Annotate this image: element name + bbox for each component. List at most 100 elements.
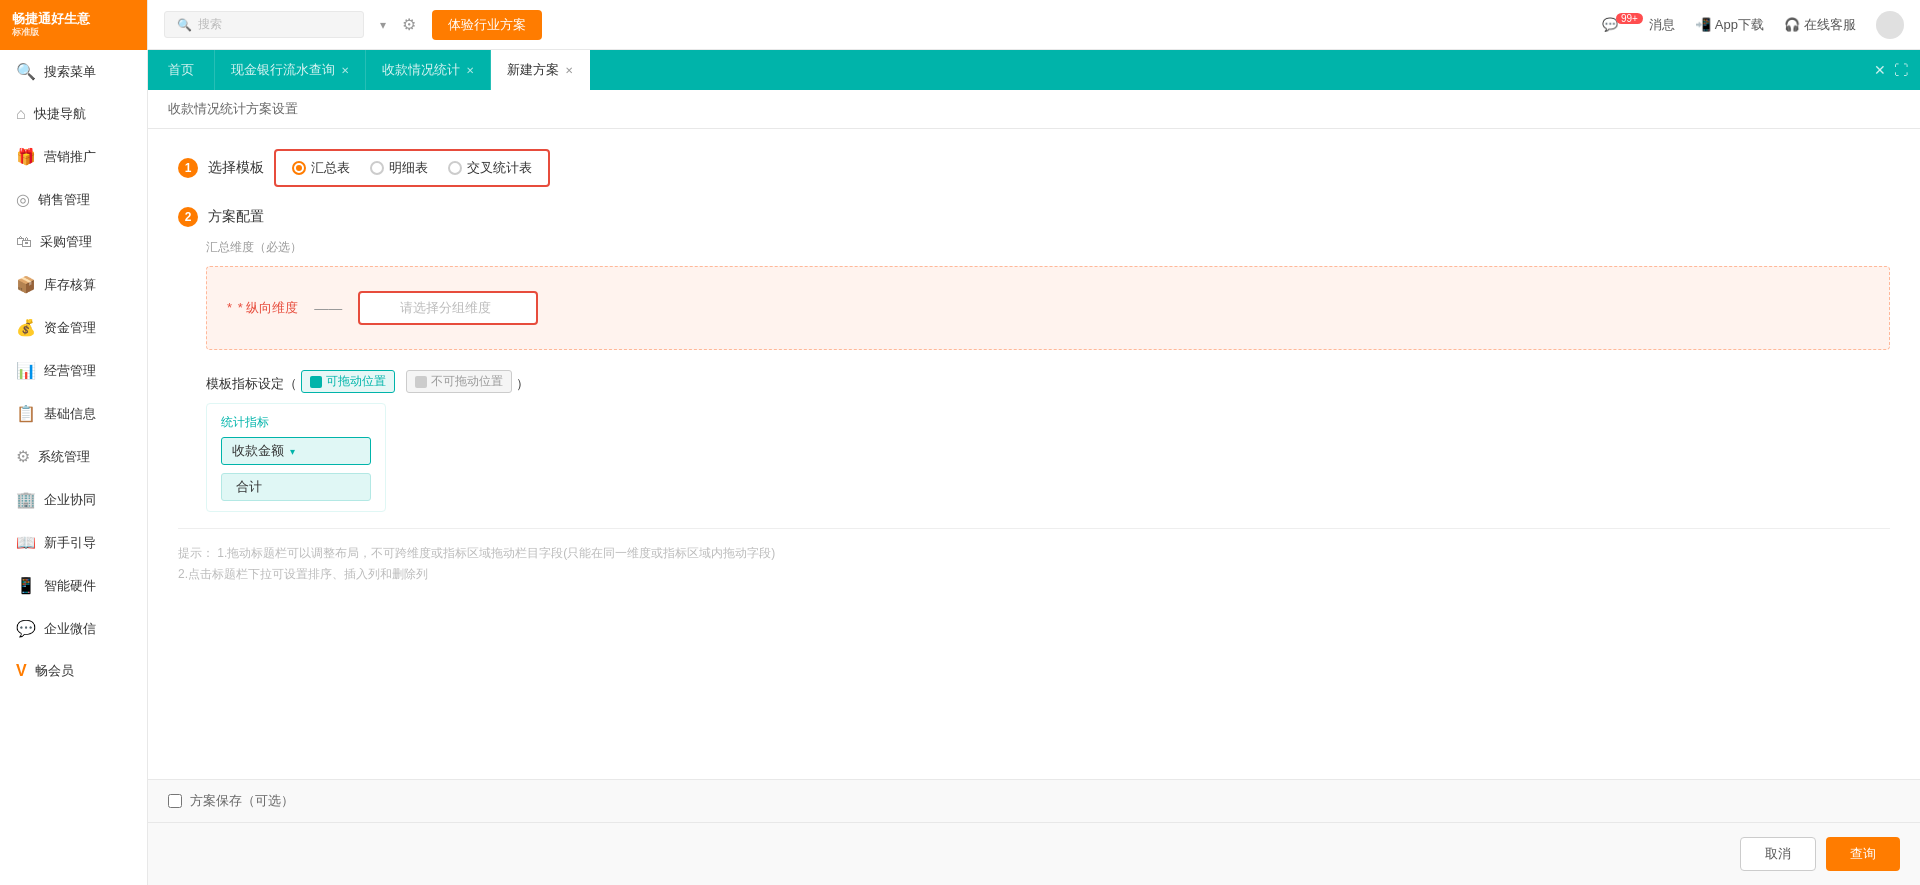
- tag-dropdown-icon: ▾: [290, 446, 295, 457]
- tab-bank-flow[interactable]: 现金银行流水查询 ✕: [215, 50, 366, 90]
- quick-nav-icon: ⌂: [16, 105, 26, 123]
- inventory-icon: 📦: [16, 275, 36, 294]
- smart-hardware-icon: 📱: [16, 576, 36, 595]
- user-avatar[interactable]: [1876, 11, 1904, 39]
- industry-btn[interactable]: 体验行业方案: [432, 10, 542, 40]
- metrics-header-text: 模板指标设定（ 可拖动位置 不可拖动位置 ）: [206, 370, 529, 393]
- movable-indicator: [310, 376, 322, 388]
- capital-icon: 💰: [16, 318, 36, 337]
- app-download-item[interactable]: 📲 App下载: [1695, 16, 1764, 34]
- section2-num: 2: [178, 207, 198, 227]
- movable-tag: 可拖动位置: [301, 370, 395, 393]
- dimension-arrow-icon: ——: [314, 300, 342, 316]
- sales-icon: ◎: [16, 190, 30, 209]
- tabs-bar: 首页 现金银行流水查询 ✕ 收款情况统计 ✕ 新建方案 ✕ ✕ ⛶: [148, 50, 1920, 90]
- radio-detail-circle: [370, 161, 384, 175]
- sidebar-item-membership[interactable]: V 畅会员: [0, 650, 147, 692]
- unmovable-indicator: [415, 376, 427, 388]
- section1-title: 选择模板: [208, 159, 264, 177]
- tab-new-plan-close[interactable]: ✕: [565, 65, 573, 76]
- expand-window-icon[interactable]: ⛶: [1894, 62, 1908, 78]
- tab-new-plan[interactable]: 新建方案 ✕: [491, 50, 590, 90]
- content-area: 收款情况统计方案设置 1 选择模板 汇总表 明细表: [148, 90, 1920, 885]
- section-divider: [178, 528, 1890, 529]
- sidebar-item-basic-info[interactable]: 📋 基础信息: [0, 392, 147, 435]
- sidebar: 畅捷通好生意 标准版 🔍 搜索菜单 ⌂ 快捷导航 🎁 营销推广 ◎ 销售管理 🛍…: [0, 0, 148, 885]
- sidebar-item-capital[interactable]: 💰 资金管理: [0, 306, 147, 349]
- page-title: 收款情况统计方案设置: [168, 101, 298, 116]
- settings-icon[interactable]: ⚙: [402, 15, 416, 34]
- sidebar-logo: 畅捷通好生意 标准版: [0, 0, 147, 50]
- message-item[interactable]: 💬 99+ 消息: [1602, 16, 1675, 34]
- section1-num: 1: [178, 158, 198, 178]
- basic-info-icon: 📋: [16, 404, 36, 423]
- query-button[interactable]: 查询: [1826, 837, 1900, 871]
- app-download-icon: 📲: [1695, 17, 1711, 32]
- logo-main: 畅捷通好生意: [12, 11, 90, 27]
- summary-dim-title: 汇总维度（必选）: [206, 239, 1890, 256]
- sidebar-item-enterprise-collab[interactable]: 🏢 企业协同: [0, 478, 147, 521]
- metrics-section: 模板指标设定（ 可拖动位置 不可拖动位置 ）: [206, 370, 1890, 512]
- radio-detail[interactable]: 明细表: [370, 159, 428, 177]
- summary-dim-section: 汇总维度（必选） * * 纵向维度 —— 请选择分组维度: [206, 239, 1890, 350]
- topbar: 🔍 搜索 ▾ ⚙ 体验行业方案 💬 99+ 消息 📲 App下载 🎧 在线客服: [148, 0, 1920, 50]
- section2-title: 方案配置: [208, 208, 264, 226]
- sidebar-item-sales[interactable]: ◎ 销售管理: [0, 178, 147, 221]
- sidebar-item-enterprise-wechat[interactable]: 💬 企业微信: [0, 607, 147, 650]
- enterprise-collab-icon: 🏢: [16, 490, 36, 509]
- enterprise-wechat-icon: 💬: [16, 619, 36, 638]
- page-header: 收款情况统计方案设置: [148, 90, 1920, 129]
- dimension-selector[interactable]: 请选择分组维度: [358, 291, 538, 325]
- radio-summary[interactable]: 汇总表: [292, 159, 350, 177]
- sidebar-item-smart-hardware[interactable]: 📱 智能硬件: [0, 564, 147, 607]
- topbar-dropdown-arrow[interactable]: ▾: [380, 18, 386, 32]
- radio-crosstab-circle: [448, 161, 462, 175]
- sidebar-item-sys-manage[interactable]: ⚙ 系统管理: [0, 435, 147, 478]
- metrics-tags: 收款金额 ▾ 合计: [221, 437, 371, 501]
- search-icon: 🔍: [177, 18, 192, 32]
- action-bar: 取消 查询: [148, 822, 1920, 885]
- sys-manage-icon: ⚙: [16, 447, 30, 466]
- metrics-header: 模板指标设定（ 可拖动位置 不可拖动位置 ）: [206, 370, 1890, 393]
- main-area: 🔍 搜索 ▾ ⚙ 体验行业方案 💬 99+ 消息 📲 App下载 🎧 在线客服: [148, 0, 1920, 885]
- tips-section: 提示： 1.拖动标题栏可以调整布局，不可跨维度或指标区域拖动栏目字段(只能在同一…: [178, 545, 1890, 583]
- metrics-box: 统计指标 收款金额 ▾ 合计: [206, 403, 386, 512]
- topbar-right: 💬 99+ 消息 📲 App下载 🎧 在线客服: [1602, 11, 1904, 39]
- tab-collection-stats-close[interactable]: ✕: [466, 65, 474, 76]
- membership-icon: V: [16, 662, 27, 680]
- form-card: 1 选择模板 汇总表 明细表 交叉统计表: [148, 129, 1920, 779]
- logo-sub: 标准版: [12, 26, 90, 39]
- search-box[interactable]: 🔍 搜索: [164, 11, 364, 38]
- radio-summary-circle: [292, 161, 306, 175]
- radio-crosstab[interactable]: 交叉统计表: [448, 159, 532, 177]
- sidebar-item-inventory[interactable]: 📦 库存核算: [0, 263, 147, 306]
- section2: 2 方案配置 汇总维度（必选） * * 纵向维度 ——: [178, 207, 1890, 583]
- footer-save-section: 方案保存（可选）: [148, 779, 1920, 822]
- stats-indicator-label: 统计指标: [221, 414, 371, 431]
- marketing-icon: 🎁: [16, 147, 36, 166]
- save-plan-label: 方案保存（可选）: [190, 792, 294, 810]
- save-plan-checkbox[interactable]: [168, 794, 182, 808]
- sidebar-item-operations[interactable]: 📊 经营管理: [0, 349, 147, 392]
- section1: 1 选择模板 汇总表 明细表 交叉统计表: [178, 149, 1890, 187]
- headset-icon: 🎧: [1784, 17, 1800, 32]
- tab-collection-stats[interactable]: 收款情况统计 ✕: [366, 50, 491, 90]
- close-window-icon[interactable]: ✕: [1874, 62, 1886, 78]
- operations-icon: 📊: [16, 361, 36, 380]
- sidebar-item-quick-nav[interactable]: ⌂ 快捷导航: [0, 93, 147, 135]
- collection-amount-tag[interactable]: 收款金额 ▾: [221, 437, 371, 465]
- sidebar-item-purchase[interactable]: 🛍 采购管理: [0, 221, 147, 263]
- beginner-guide-icon: 📖: [16, 533, 36, 552]
- unmovable-tag: 不可拖动位置: [406, 370, 512, 393]
- sidebar-item-search-menu[interactable]: 🔍 搜索菜单: [0, 50, 147, 93]
- cancel-button[interactable]: 取消: [1740, 837, 1816, 871]
- subtotal-tag: 合计: [221, 473, 371, 501]
- vertical-dim-label: * * 纵向维度: [227, 299, 298, 317]
- section2-header: 2 方案配置: [178, 207, 1890, 227]
- tab-home[interactable]: 首页: [148, 50, 215, 90]
- sidebar-item-beginner-guide[interactable]: 📖 新手引导: [0, 521, 147, 564]
- search-menu-icon: 🔍: [16, 62, 36, 81]
- sidebar-item-marketing[interactable]: 🎁 营销推广: [0, 135, 147, 178]
- online-support-item[interactable]: 🎧 在线客服: [1784, 16, 1856, 34]
- tab-bank-flow-close[interactable]: ✕: [341, 65, 349, 76]
